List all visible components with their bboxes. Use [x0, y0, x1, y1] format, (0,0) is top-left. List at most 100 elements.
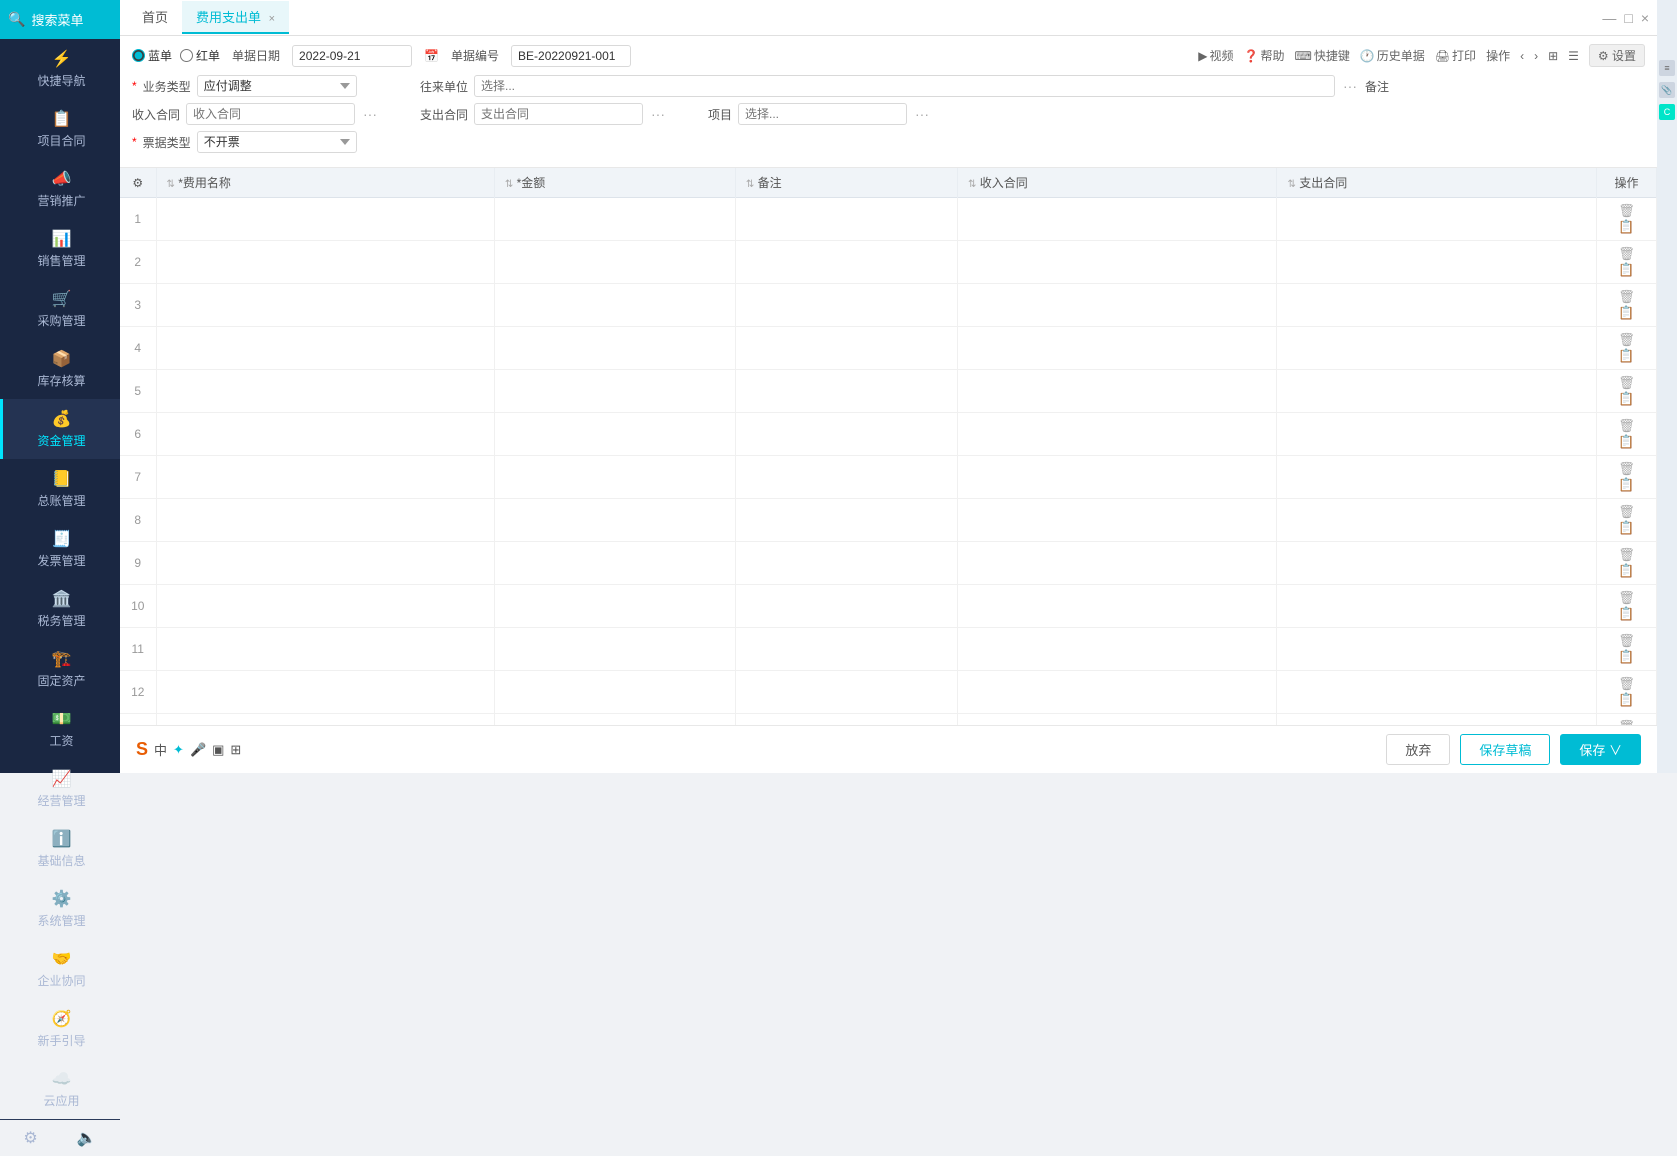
- expense-contract-input[interactable]: [474, 103, 643, 125]
- discard-button[interactable]: 放弃: [1386, 734, 1450, 765]
- volume-icon[interactable]: 🔈: [77, 1128, 97, 1148]
- delete-row-icon[interactable]: 🗑: [1618, 203, 1635, 218]
- copy-row-icon[interactable]: 📋: [1618, 520, 1634, 535]
- row-expense-name[interactable]: [156, 542, 494, 585]
- row-amount[interactable]: [494, 585, 735, 628]
- delete-row-icon[interactable]: 🗑: [1618, 461, 1635, 476]
- row-income-contract[interactable]: [957, 714, 1276, 726]
- row-remark[interactable]: [735, 241, 957, 284]
- row-expense-name[interactable]: [156, 327, 494, 370]
- sidebar-item-sys-mgmt[interactable]: ⚙️ 系统管理: [0, 879, 120, 939]
- sidebar-item-enterprise[interactable]: 🤝 企业协同: [0, 939, 120, 999]
- row-amount[interactable]: [494, 671, 735, 714]
- row-income-contract[interactable]: [957, 241, 1276, 284]
- row-remark[interactable]: [735, 370, 957, 413]
- row-amount[interactable]: [494, 628, 735, 671]
- row-expense-contract[interactable]: [1277, 456, 1597, 499]
- project-input[interactable]: [738, 103, 907, 125]
- row-income-contract[interactable]: [957, 413, 1276, 456]
- sidebar-item-purchase-mgmt[interactable]: 🛒 采购管理: [0, 279, 120, 339]
- delete-row-icon[interactable]: 🗑: [1618, 676, 1635, 691]
- counterpart-input[interactable]: [474, 75, 1335, 97]
- sidebar-search[interactable]: 🔍 搜索菜单: [0, 0, 120, 39]
- row-remark[interactable]: [735, 499, 957, 542]
- tab-home[interactable]: 首页: [128, 1, 182, 34]
- close-button[interactable]: ×: [1641, 10, 1649, 26]
- history-btn[interactable]: 🕐 历史单据: [1360, 47, 1425, 64]
- row-remark[interactable]: [735, 327, 957, 370]
- radio-red[interactable]: 红单: [180, 47, 220, 64]
- copy-row-icon[interactable]: 📋: [1618, 262, 1634, 277]
- row-expense-name[interactable]: [156, 499, 494, 542]
- income-contract-more-icon[interactable]: ···: [363, 106, 377, 122]
- print-btn[interactable]: 🖨 打印: [1435, 47, 1476, 64]
- col-gear[interactable]: ⚙: [120, 168, 156, 198]
- row-amount[interactable]: [494, 499, 735, 542]
- row-expense-name[interactable]: [156, 370, 494, 413]
- row-expense-contract[interactable]: [1277, 413, 1597, 456]
- row-income-contract[interactable]: [957, 585, 1276, 628]
- row-remark[interactable]: [735, 456, 957, 499]
- sidebar-item-new-user[interactable]: 🧭 新手引导: [0, 999, 120, 1059]
- list-view-icon[interactable]: ☰: [1568, 49, 1579, 63]
- delete-row-icon[interactable]: 🗑: [1618, 375, 1635, 390]
- income-contract-input[interactable]: [186, 103, 355, 125]
- copy-row-icon[interactable]: 📋: [1618, 219, 1634, 234]
- row-expense-contract[interactable]: [1277, 585, 1597, 628]
- row-expense-name[interactable]: [156, 413, 494, 456]
- help-btn[interactable]: ❓ 帮助: [1244, 47, 1285, 64]
- row-expense-contract[interactable]: [1277, 628, 1597, 671]
- chevron-left-icon[interactable]: ‹: [1520, 49, 1524, 63]
- delete-row-icon[interactable]: 🗑: [1618, 332, 1635, 347]
- biz-type-select[interactable]: 应付调整: [197, 75, 357, 97]
- row-amount[interactable]: [494, 198, 735, 241]
- shortcut-btn[interactable]: ⌨ 快捷键: [1295, 47, 1350, 64]
- row-expense-name[interactable]: [156, 628, 494, 671]
- counterpart-more-icon[interactable]: ···: [1343, 78, 1357, 94]
- row-remark[interactable]: [735, 671, 957, 714]
- row-amount[interactable]: [494, 327, 735, 370]
- row-amount[interactable]: [494, 284, 735, 327]
- row-income-contract[interactable]: [957, 198, 1276, 241]
- row-income-contract[interactable]: [957, 499, 1276, 542]
- row-income-contract[interactable]: [957, 671, 1276, 714]
- calendar-icon[interactable]: 📅: [424, 49, 439, 63]
- delete-row-icon[interactable]: 🗑: [1618, 418, 1635, 433]
- sidebar-item-basic-info[interactable]: ℹ️ 基础信息: [0, 819, 120, 879]
- row-expense-name[interactable]: [156, 585, 494, 628]
- maximize-button[interactable]: □: [1624, 10, 1632, 26]
- tab-expense[interactable]: 费用支出单 ×: [182, 1, 289, 34]
- copy-row-icon[interactable]: 📋: [1618, 649, 1634, 664]
- copy-row-icon[interactable]: 📋: [1618, 692, 1634, 707]
- row-amount[interactable]: [494, 413, 735, 456]
- row-expense-name[interactable]: [156, 284, 494, 327]
- row-expense-name[interactable]: [156, 198, 494, 241]
- side-indicator-1[interactable]: ≡: [1659, 60, 1675, 76]
- row-expense-contract[interactable]: [1277, 542, 1597, 585]
- row-expense-name[interactable]: [156, 671, 494, 714]
- save-button[interactable]: 保存 ∨: [1560, 734, 1641, 765]
- chevron-right-icon[interactable]: ›: [1534, 49, 1538, 63]
- delete-row-icon[interactable]: 🗑: [1618, 633, 1635, 648]
- sidebar-item-inventory[interactable]: 📦 库存核算: [0, 339, 120, 399]
- sidebar-item-quick-nav[interactable]: ⚡ 快捷导航: [0, 39, 120, 99]
- save-draft-button[interactable]: 保存草稿: [1460, 734, 1550, 765]
- sidebar-item-fixed-assets[interactable]: 🏗️ 固定资产: [0, 639, 120, 699]
- sidebar-item-ledger-mgmt[interactable]: 📒 总账管理: [0, 459, 120, 519]
- row-remark[interactable]: [735, 198, 957, 241]
- row-income-contract[interactable]: [957, 284, 1276, 327]
- settings-icon[interactable]: ⚙: [23, 1128, 37, 1148]
- row-expense-contract[interactable]: [1277, 714, 1597, 726]
- row-expense-contract[interactable]: [1277, 327, 1597, 370]
- row-remark[interactable]: [735, 714, 957, 726]
- row-remark[interactable]: [735, 413, 957, 456]
- row-income-contract[interactable]: [957, 370, 1276, 413]
- row-expense-name[interactable]: [156, 456, 494, 499]
- sidebar-item-capital-mgmt[interactable]: 💰 资金管理: [0, 399, 120, 459]
- delete-row-icon[interactable]: 🗑: [1618, 289, 1635, 304]
- delete-row-icon[interactable]: 🗑: [1618, 246, 1635, 261]
- date-value[interactable]: 2022-09-21: [292, 45, 412, 67]
- sidebar-item-payroll[interactable]: 💵 工资: [0, 699, 120, 759]
- copy-row-icon[interactable]: 📋: [1618, 434, 1634, 449]
- row-amount[interactable]: [494, 456, 735, 499]
